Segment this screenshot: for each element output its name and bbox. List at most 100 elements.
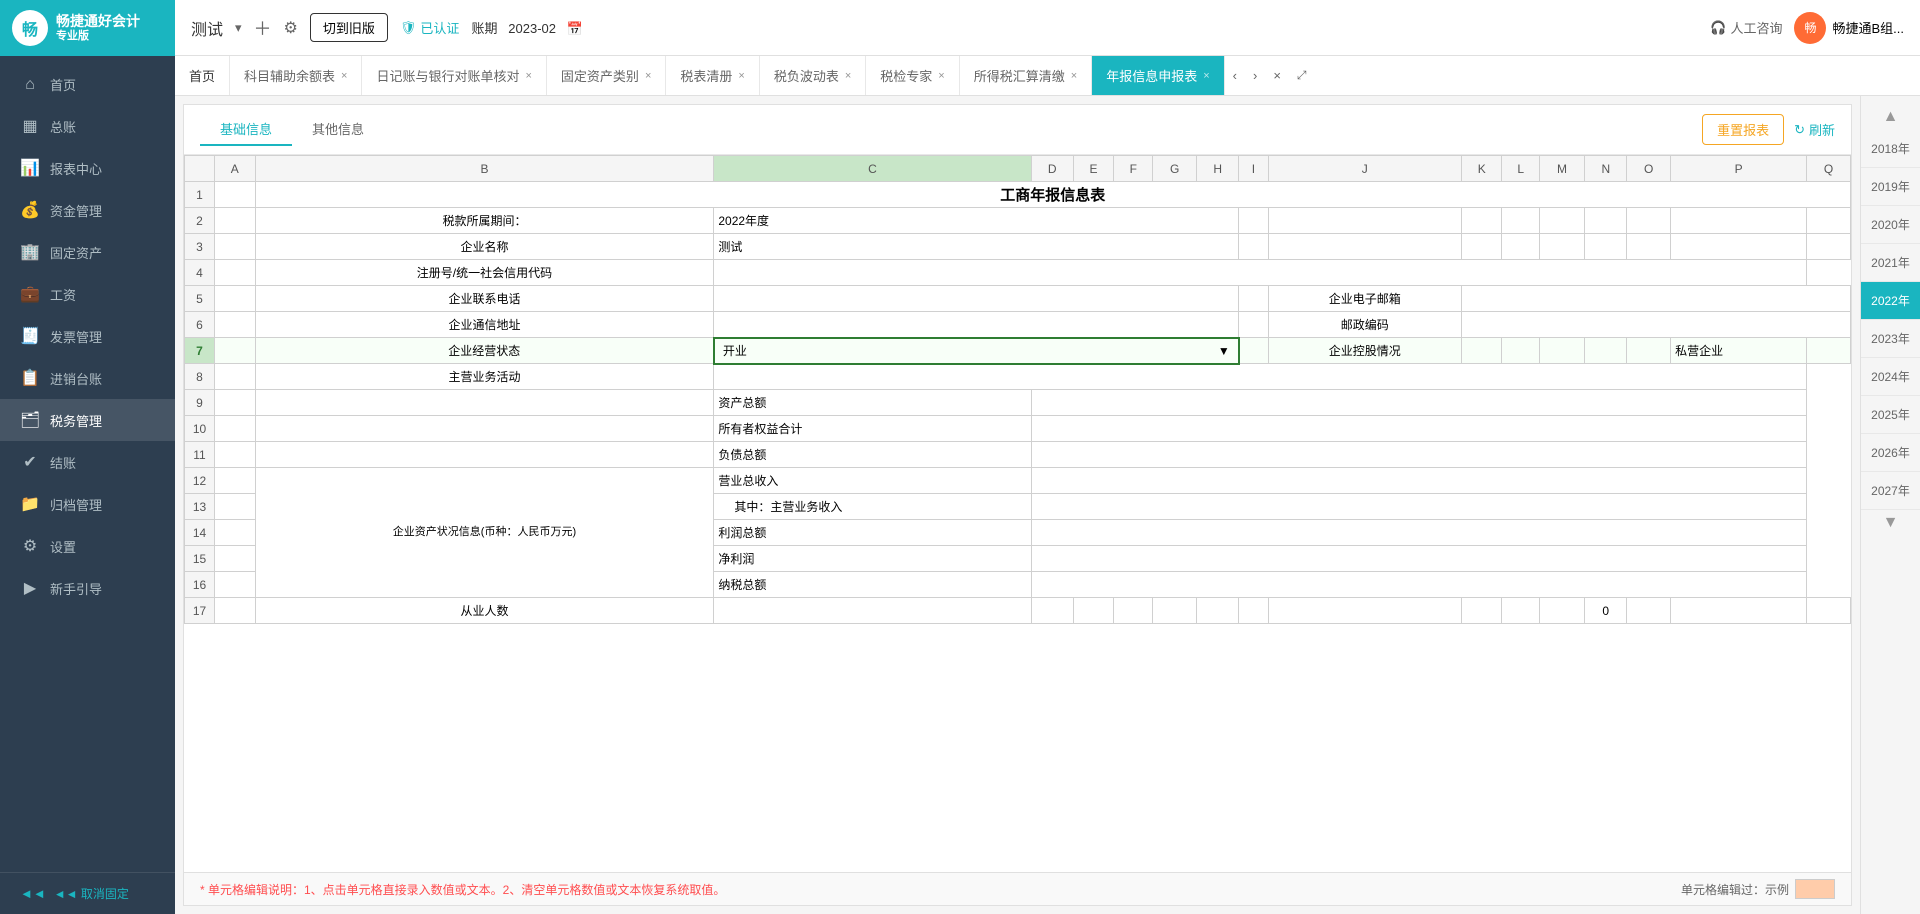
col-header-A[interactable]: A [215,156,256,182]
col-header-G[interactable]: G [1153,156,1197,182]
tab-home[interactable]: 首页 [175,56,230,95]
sidebar-item-guide[interactable]: ▶ 新手引导 [0,567,175,609]
col-header-M[interactable]: M [1539,156,1584,182]
cell-1-title[interactable]: 工商年报信息表 [255,182,1850,208]
col-header-F[interactable]: F [1114,156,1153,182]
cell-17-D[interactable] [1031,598,1073,624]
cell-3-K[interactable] [1461,234,1502,260]
cell-9-B[interactable] [255,390,714,416]
tab-close-taxwave[interactable]: × [845,70,851,82]
cell-2-M[interactable] [1539,208,1584,234]
cell-7-L[interactable] [1502,338,1539,364]
calendar-icon[interactable]: 📅 [567,21,583,36]
year-scroll-down-button[interactable]: ▼ [1879,510,1903,536]
tab-taxwave[interactable]: 税负波动表 × [760,56,866,95]
cell-4-A[interactable] [215,260,256,286]
year-item-2019[interactable]: 2019年 [1861,168,1920,206]
cell-16-D[interactable] [1031,572,1806,598]
sidebar-item-fund[interactable]: 💰 资金管理 [0,189,175,231]
year-item-2026[interactable]: 2026年 [1861,434,1920,472]
sidebar-item-archive[interactable]: 📁 归档管理 [0,483,175,525]
cell-17-C[interactable] [714,598,1031,624]
col-header-B[interactable]: B [255,156,714,182]
reset-report-button[interactable]: 重置报表 [1702,114,1784,145]
cell-3-B[interactable]: 企业名称 [255,234,714,260]
business-status-dropdown[interactable]: 开业 ▼ [715,339,1238,363]
cell-17-K[interactable] [1461,598,1502,624]
year-item-2024[interactable]: 2024年 [1861,358,1920,396]
cell-7-C[interactable]: 开业 ▼ [714,338,1239,364]
cell-3-A[interactable] [215,234,256,260]
sidebar-item-purchase[interactable]: 📋 进销台账 [0,357,175,399]
tab-close-taxcheck[interactable]: × [938,70,944,82]
cell-3-L[interactable] [1502,234,1539,260]
sidebar-item-report[interactable]: 📊 报表中心 [0,147,175,189]
tab-close-aux[interactable]: × [341,70,347,82]
cell-2-K[interactable] [1461,208,1502,234]
cell-8-B[interactable]: 主营业务活动 [255,364,714,390]
add-company-icon[interactable]: ＋ [254,15,272,41]
tab-other-info[interactable]: 其他信息 [292,113,384,146]
year-scroll-up-button[interactable]: ▲ [1879,104,1903,130]
tab-prev-button[interactable]: ‹ [1225,56,1245,95]
cell-2-N[interactable] [1585,208,1627,234]
cell-5-B[interactable]: 企业联系电话 [255,286,714,312]
cell-17-F[interactable] [1114,598,1153,624]
year-item-2021[interactable]: 2021年 [1861,244,1920,282]
cell-2-J[interactable] [1268,208,1461,234]
cell-5-C[interactable] [714,286,1239,312]
cell-1-A[interactable] [215,182,256,208]
cell-17-E[interactable] [1073,598,1114,624]
col-header-E[interactable]: E [1073,156,1114,182]
sidebar-item-asset[interactable]: 🏢 固定资产 [0,231,175,273]
sidebar-item-wages[interactable]: 💼 工资 [0,273,175,315]
user-menu[interactable]: 畅 畅捷通B组... [1794,12,1904,44]
cell-16-A[interactable] [215,572,256,598]
cell-3-J[interactable] [1268,234,1461,260]
cell-7-J[interactable]: 企业控股情况 [1268,338,1461,364]
cell-15-A[interactable] [215,546,256,572]
col-header-P[interactable]: P [1671,156,1807,182]
company-dropdown-icon[interactable]: ▾ [235,20,242,36]
col-header-D[interactable]: D [1031,156,1073,182]
tab-close-all-button[interactable]: × [1265,56,1289,95]
year-item-2022[interactable]: 2022年 [1861,282,1920,320]
cell-6-B[interactable]: 企业通信地址 [255,312,714,338]
cell-10-B[interactable] [255,416,714,442]
tab-basic-info[interactable]: 基础信息 [200,113,292,146]
sidebar-item-settings[interactable]: ⚙ 设置 [0,525,175,567]
cell-14-D[interactable] [1031,520,1806,546]
cell-12-A[interactable] [215,468,256,494]
cell-2-Q[interactable] [1807,208,1851,234]
cell-5-I[interactable] [1239,286,1268,312]
tab-taxcheck[interactable]: 税检专家 × [866,56,959,95]
cell-7-B[interactable]: 企业经营状态 [255,338,714,364]
cell-2-P[interactable] [1671,208,1807,234]
sidebar-item-invoice[interactable]: 🧾 发票管理 [0,315,175,357]
tab-aux[interactable]: 科目辅助余额表 × [230,56,362,95]
tab-close-journal[interactable]: × [525,70,531,82]
cell-7-Q[interactable] [1807,338,1851,364]
cell-15-C[interactable]: 净利润 [714,546,1031,572]
cell-5-K[interactable] [1461,286,1850,312]
cell-14-C[interactable]: 利润总额 [714,520,1031,546]
company-settings-icon[interactable]: ⚙ [284,18,298,38]
tab-taxform[interactable]: 税表清册 × [666,56,759,95]
cell-9-D[interactable] [1031,390,1806,416]
sidebar-unpin-button[interactable]: ◄◄ ◄◄ 取消固定 [0,872,175,914]
cell-15-D[interactable] [1031,546,1806,572]
cell-6-I[interactable] [1239,312,1268,338]
year-item-2020[interactable]: 2020年 [1861,206,1920,244]
year-item-2027[interactable]: 2027年 [1861,472,1920,510]
col-header-H[interactable]: H [1197,156,1239,182]
cell-17-G[interactable] [1153,598,1197,624]
cell-3-M[interactable] [1539,234,1584,260]
tab-annual[interactable]: 年报信息申报表 × [1092,56,1224,95]
cell-4-C[interactable] [714,260,1807,286]
col-header-I[interactable]: I [1239,156,1268,182]
col-header-J[interactable]: J [1268,156,1461,182]
cell-7-M[interactable] [1539,338,1584,364]
col-header-K[interactable]: K [1461,156,1502,182]
cell-2-B[interactable]: 税款所属期间： [255,208,714,234]
cell-7-P[interactable]: 私营企业 [1671,338,1807,364]
